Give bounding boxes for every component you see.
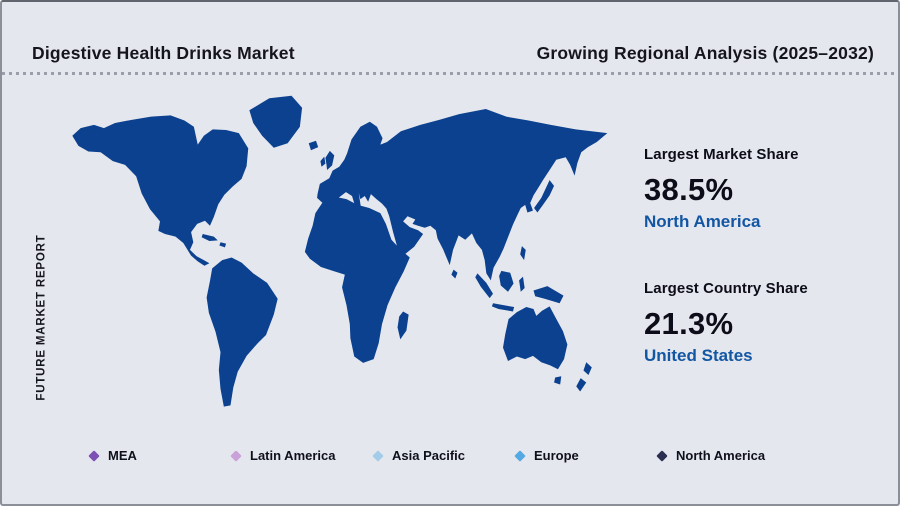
legend-label: MEA <box>108 448 137 463</box>
world-map-landmasses <box>72 95 608 407</box>
page-title-left: Digestive Health Drinks Market <box>32 43 295 63</box>
legend-item-mea: MEA <box>88 448 232 463</box>
stat-largest-market-share: Largest Market Share 38.5% North America <box>644 146 884 232</box>
landmass-greenland <box>249 95 303 148</box>
legend-dot-icon <box>88 449 100 462</box>
stats-panel: Largest Market Share 38.5% North America… <box>644 146 884 414</box>
legend-item-latin-america: Latin America <box>230 448 374 463</box>
legend-item-north-america: North America <box>656 448 800 463</box>
legend-item-europe: Europe <box>514 448 658 463</box>
stat-value: 21.3% <box>644 306 734 341</box>
landmass-australia <box>502 306 568 370</box>
header: Digestive Health Drinks Market Growing R… <box>2 2 898 74</box>
infographic-frame: Digestive Health Drinks Market Growing R… <box>0 0 900 506</box>
landmass-java <box>491 303 515 312</box>
stat-label: Largest Country Share <box>644 280 808 297</box>
legend-dot-icon <box>230 449 242 462</box>
legend-label: Europe <box>534 448 579 463</box>
landmass-philippines <box>520 246 526 261</box>
stat-region: United States <box>644 346 753 365</box>
landmass-new-zealand <box>576 362 592 392</box>
world-map-svg <box>72 95 608 407</box>
landmass-tasmania <box>554 376 562 385</box>
landmass-new-guinea <box>533 286 564 304</box>
landmass-borneo <box>499 270 514 292</box>
watermark-vertical-text: FUTURE MARKET REPORT <box>35 234 48 401</box>
landmass-iceland <box>308 140 319 151</box>
legend-label: North America <box>676 448 766 463</box>
legend-dot-icon <box>372 449 384 462</box>
legend: MEA Latin America Asia Pacific Europe No… <box>88 448 800 463</box>
stat-label: Largest Market Share <box>644 146 799 163</box>
world-map <box>54 90 609 420</box>
landmass-south-america <box>206 257 278 407</box>
legend-label: Asia Pacific <box>392 448 465 463</box>
landmass-ireland <box>320 156 326 167</box>
landmass-britain <box>325 150 335 170</box>
legend-dot-icon <box>514 449 526 462</box>
landmass-sulawesi <box>519 276 525 292</box>
stat-largest-country-share: Largest Country Share 21.3% United State… <box>644 280 884 366</box>
page-title-right: Growing Regional Analysis (2025–2032) <box>536 43 874 63</box>
dotted-divider <box>2 72 898 75</box>
landmass-caribbean <box>201 234 227 248</box>
stat-value: 38.5% <box>644 172 734 207</box>
stat-region: North America <box>644 212 761 231</box>
legend-label: Latin America <box>250 448 336 463</box>
legend-dot-icon <box>656 449 668 462</box>
landmass-madagascar <box>397 311 409 340</box>
landmass-sri-lanka <box>451 269 458 279</box>
legend-item-asia-pacific: Asia Pacific <box>372 448 516 463</box>
